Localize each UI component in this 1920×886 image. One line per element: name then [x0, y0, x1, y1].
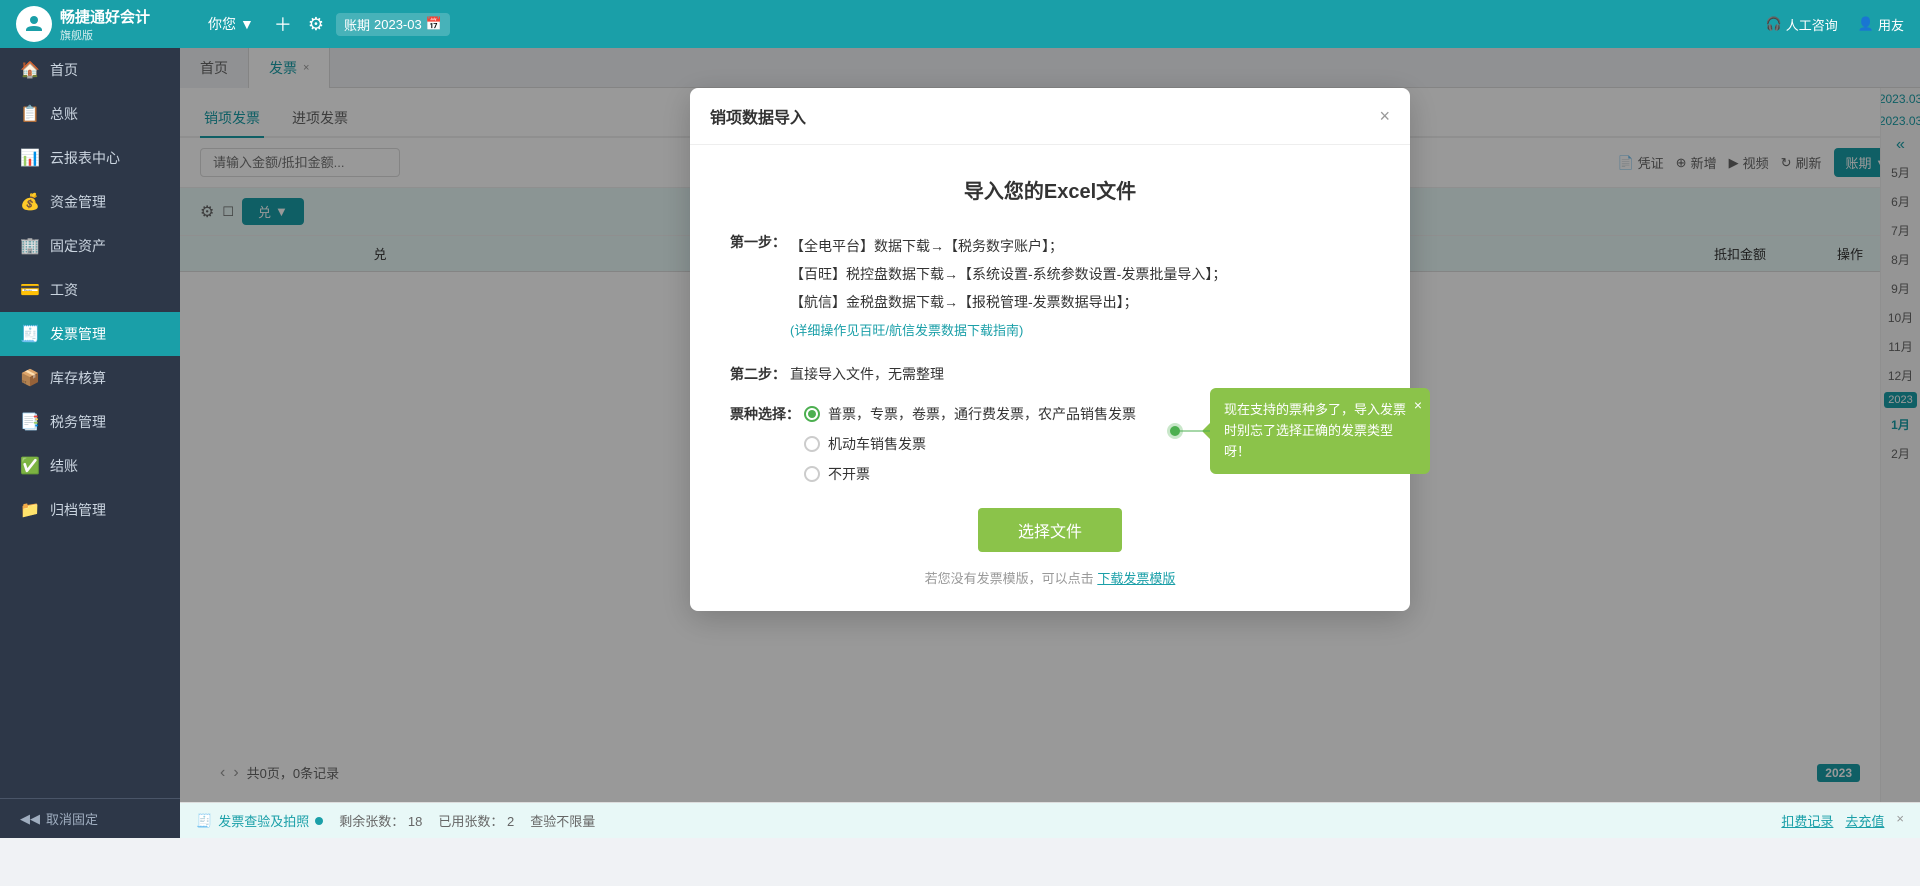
- bottom-close-icon[interactable]: ×: [1896, 811, 1904, 830]
- ticket-options: 普票，专票，卷票，通行费发票，农产品销售发票 机动车销售发票 不开票: [804, 404, 1136, 484]
- download-template-link[interactable]: 下载发票模版: [1097, 571, 1175, 586]
- calendar-icon: 📅: [426, 16, 442, 32]
- tooltip-text: 现在支持的票种多了，导入发票时别忘了选择正确的发票类型呀！: [1224, 402, 1406, 459]
- check-limit-label: 查验不限量: [530, 811, 595, 830]
- ticket-option-1[interactable]: 普票，专票，卷票，通行费发票，农产品销售发票: [804, 404, 1136, 424]
- modal-body: 导入您的Excel文件 第一步： 【全电平台】数据下载→【税务数字账户】； 【百…: [690, 145, 1410, 611]
- user-button[interactable]: 👤 用友: [1858, 15, 1904, 34]
- modal-overlay: 销项数据导入 × 导入您的Excel文件 第一步： 【全电平台】数据下载→【税务…: [180, 48, 1920, 802]
- logo-text: 畅捷通好会计 旗舰版: [60, 6, 150, 43]
- sidebar-item-tax[interactable]: 📑 税务管理: [0, 400, 180, 444]
- import-modal: 销项数据导入 × 导入您的Excel文件 第一步： 【全电平台】数据下载→【税务…: [690, 88, 1410, 611]
- ticket-option-2-label: 机动车销售发票: [828, 434, 926, 454]
- chevron-down-icon: ▼: [240, 16, 254, 32]
- ticket-label: 票种选择：: [730, 404, 800, 424]
- top-actions: ＋ ⚙: [274, 11, 324, 37]
- sidebar-item-finance[interactable]: 💰 资金管理: [0, 180, 180, 224]
- bottom-bar: 🧾 发票查验及拍照 剩余张数： 18 已用张数： 2 查验不限量 扣费记录 去充…: [180, 802, 1920, 838]
- finance-icon: 💰: [20, 192, 40, 212]
- tooltip-close-button[interactable]: ×: [1414, 394, 1422, 416]
- invoice-check-button[interactable]: 🧾 发票查验及拍照: [196, 811, 323, 830]
- step1-content: 【全电平台】数据下载→【税务数字账户】； 【百旺】税控盘数据下载→【系统设置-系…: [790, 232, 1226, 344]
- select-file-button[interactable]: 选择文件: [978, 508, 1122, 552]
- add-icon[interactable]: ＋: [274, 11, 292, 37]
- modal-title: 销项数据导入: [710, 104, 806, 128]
- modal-header: 销项数据导入 ×: [690, 88, 1410, 145]
- modal-close-button[interactable]: ×: [1379, 106, 1390, 127]
- gear-icon[interactable]: ⚙: [308, 14, 324, 35]
- home-icon: 🏠: [20, 60, 40, 80]
- step1-link[interactable]: (详细操作见百旺/航信发票数据下载指南): [790, 323, 1023, 338]
- sidebar-item-assets[interactable]: 🏢 固定资产: [0, 224, 180, 268]
- settle-icon: ✅: [20, 456, 40, 476]
- step-1: 第一步： 【全电平台】数据下载→【税务数字账户】； 【百旺】税控盘数据下载→【系…: [730, 232, 1370, 344]
- assets-icon: 🏢: [20, 236, 40, 256]
- radio-btn-3[interactable]: [804, 466, 820, 482]
- ticket-option-1-label: 普票，专票，卷票，通行费发票，农产品销售发票: [828, 404, 1136, 424]
- ledger-icon: 📋: [20, 104, 40, 124]
- company-selector[interactable]: 你您 ▼: [208, 14, 254, 34]
- tooltip-line: [1178, 431, 1210, 432]
- ticket-option-3[interactable]: 不开票: [804, 464, 1136, 484]
- report-icon: 📊: [20, 148, 40, 168]
- inventory-icon: 📦: [20, 368, 40, 388]
- user-icon: 👤: [1858, 16, 1874, 32]
- bottom-right-actions: 扣费记录 去充值 ×: [1781, 811, 1904, 830]
- step1-label: 第一步：: [730, 232, 786, 252]
- ticket-option-2[interactable]: 机动车销售发票: [804, 434, 1136, 454]
- salary-icon: 💳: [20, 280, 40, 300]
- ticket-option-3-label: 不开票: [828, 464, 870, 484]
- sidebar-item-invoice[interactable]: 🧾 发票管理: [0, 312, 180, 356]
- radio-btn-2[interactable]: [804, 436, 820, 452]
- tooltip-popup: × 现在支持的票种多了，导入发票时别忘了选择正确的发票类型呀！: [1210, 388, 1430, 474]
- sidebar-item-ledger[interactable]: 📋 总账: [0, 92, 180, 136]
- used-label: 已用张数： 2: [438, 811, 514, 830]
- radio-btn-1[interactable]: [804, 406, 820, 422]
- cancel-fixed-button[interactable]: ◀◀ 取消固定: [0, 798, 180, 838]
- step2-content: 直接导入文件，无需整理: [790, 364, 944, 384]
- top-right-area: 🎧 人工咨询 👤 用友: [1766, 15, 1904, 34]
- sidebar-item-report[interactable]: 📊 云报表中心: [0, 136, 180, 180]
- step1-line-2: 【百旺】税控盘数据下载→【系统设置-系统参数设置-发票批量导入】；: [790, 260, 1226, 288]
- sidebar-item-home[interactable]: 🏠 首页: [0, 48, 180, 92]
- sidebar-item-salary[interactable]: 💳 工资: [0, 268, 180, 312]
- invoice-check-icon: 🧾: [196, 813, 212, 829]
- step1-line-3: 【航信】金税盘数据下载→【报税管理-发票数据导出】；: [790, 288, 1226, 316]
- step1-line-1: 【全电平台】数据下载→【税务数字账户】；: [790, 232, 1226, 260]
- sidebar: 🏠 首页 📋 总账 📊 云报表中心 💰 资金管理 🏢 固定资产 💳 工资 🧾 发…: [0, 48, 180, 838]
- template-hint: 若您没有发票模版，可以点击 下载发票模版: [730, 568, 1370, 587]
- tax-icon: 📑: [20, 412, 40, 432]
- headphone-icon: 🎧: [1766, 16, 1782, 32]
- charge-record-link[interactable]: 扣费记录: [1781, 811, 1833, 830]
- invoice-icon: 🧾: [20, 324, 40, 344]
- remaining-label: 剩余张数： 18: [339, 811, 422, 830]
- sidebar-item-settle[interactable]: ✅ 结账: [0, 444, 180, 488]
- service-button[interactable]: 🎧 人工咨询: [1766, 15, 1838, 34]
- pin-icon: ◀◀: [20, 811, 40, 827]
- status-dot: [315, 817, 323, 825]
- sidebar-item-archive[interactable]: 📁 归档管理: [0, 488, 180, 532]
- recharge-link[interactable]: 去充值: [1845, 811, 1884, 830]
- step2-label: 第二步：: [730, 364, 786, 384]
- top-bar: 畅捷通好会计 旗舰版 你您 ▼ ＋ ⚙ 账期 2023-03 📅 🎧 人工咨询 …: [0, 0, 1920, 48]
- logo-area: 畅捷通好会计 旗舰版: [16, 6, 196, 43]
- sidebar-item-inventory[interactable]: 📦 库存核算: [0, 356, 180, 400]
- period-badge[interactable]: 账期 2023-03 📅: [336, 13, 450, 36]
- logo-icon: [16, 6, 52, 42]
- step-2: 第二步： 直接导入文件，无需整理: [730, 364, 1370, 384]
- archive-icon: 📁: [20, 500, 40, 520]
- modal-main-title: 导入您的Excel文件: [730, 175, 1370, 204]
